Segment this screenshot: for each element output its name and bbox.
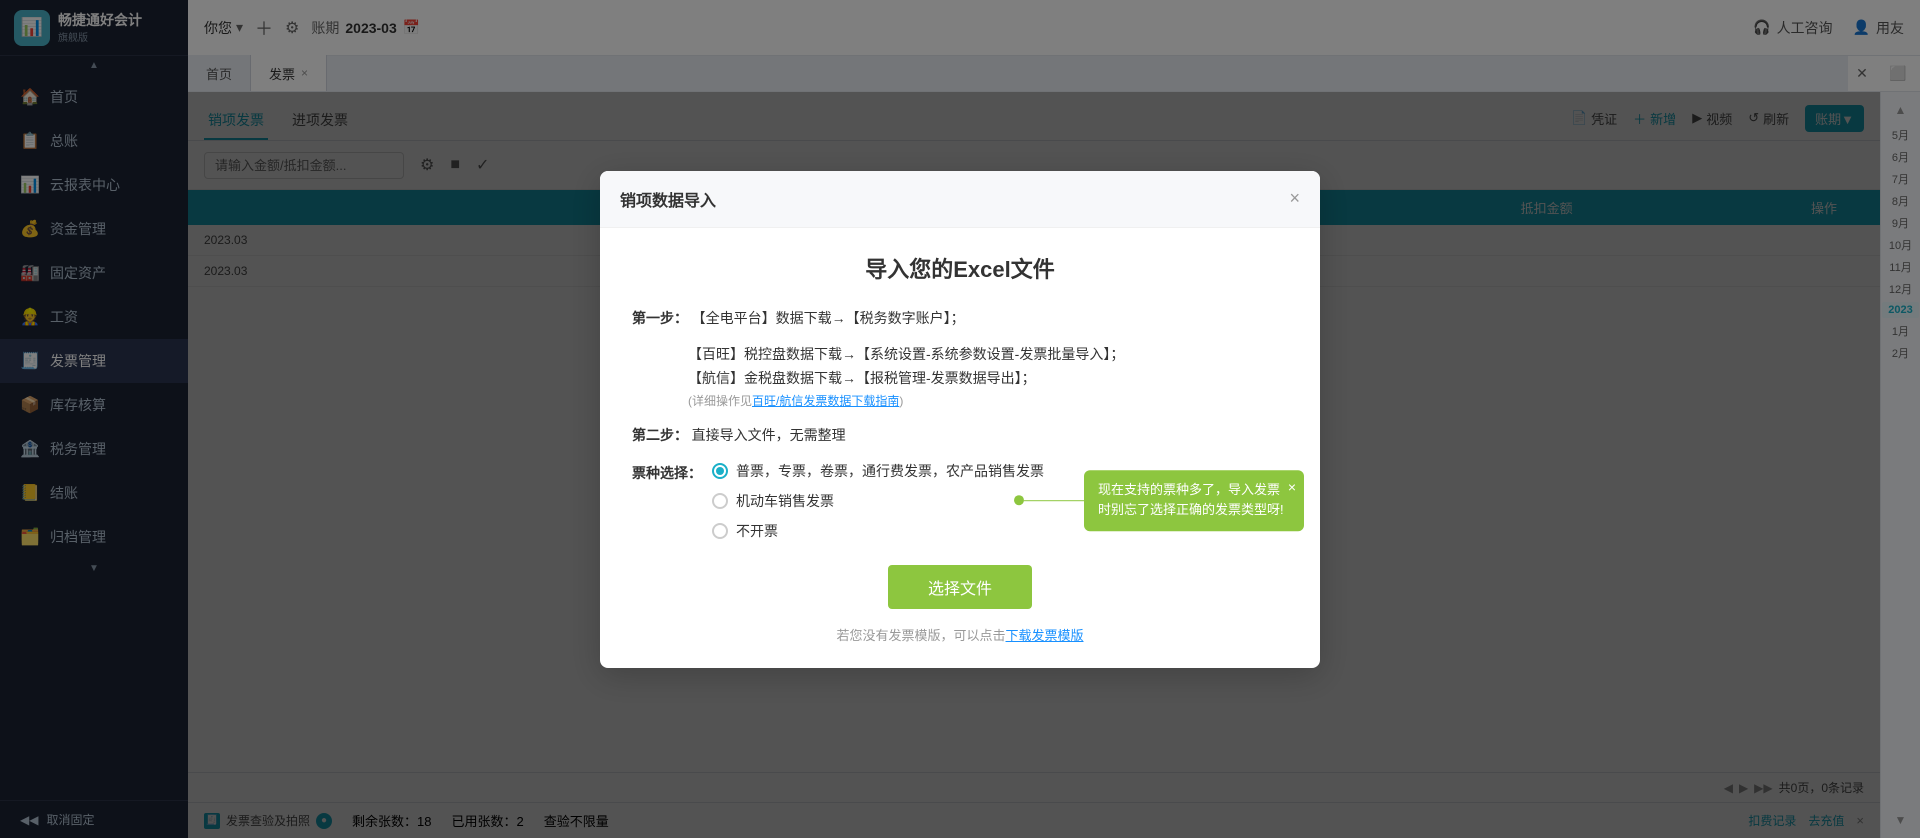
import-modal: 销项数据导入 × 导入您的Excel文件 第一步： 【全电平台】数据下载→【税务… bbox=[600, 171, 1320, 668]
footer-prefix: 若您没有发票模版，可以点击 bbox=[836, 628, 1005, 643]
modal-main-title: 导入您的Excel文件 bbox=[632, 252, 1288, 284]
select-file-btn[interactable]: 选择文件 bbox=[888, 565, 1032, 609]
download-template-link[interactable]: 下载发票模版 bbox=[1006, 628, 1084, 643]
tooltip-dot bbox=[1014, 496, 1024, 506]
tooltip-area: × 现在支持的票种多了，导入发票时别忘了选择正确的发票类型呀! bbox=[1014, 470, 1304, 532]
step1-label: 第一步： bbox=[632, 310, 688, 326]
radio-group: 普票，专票，卷票，通行费发票，农产品销售发票 机动车销售发票 × 现在支持的票种… bbox=[712, 461, 1044, 541]
modal-body: 导入您的Excel文件 第一步： 【全电平台】数据下载→【税务数字账户】； 【百… bbox=[600, 228, 1320, 668]
step1-row: 第一步： 【全电平台】数据下载→【税务数字账户】； bbox=[632, 308, 1288, 328]
radio-label-3: 不开票 bbox=[736, 521, 778, 541]
modal-close-btn[interactable]: × bbox=[1289, 188, 1300, 209]
radio-option-1[interactable]: 普票，专票，卷票，通行费发票，农产品销售发票 bbox=[712, 461, 1044, 481]
tooltip-line bbox=[1024, 500, 1084, 501]
ticket-select-label: 票种选择： bbox=[632, 461, 702, 483]
select-file-container: 选择文件 bbox=[632, 565, 1288, 609]
radio-option-3[interactable]: 不开票 bbox=[712, 521, 1044, 541]
modal-footer: 若您没有发票模版，可以点击下载发票模版 bbox=[632, 625, 1288, 644]
step2-text: 直接导入文件，无需整理 bbox=[692, 427, 846, 443]
modal-overlay: 销项数据导入 × 导入您的Excel文件 第一步： 【全电平台】数据下载→【税务… bbox=[0, 0, 1920, 838]
radio-circle-2 bbox=[712, 493, 728, 509]
radio-label-2: 机动车销售发票 bbox=[736, 491, 834, 511]
step1-line2: 【百旺】税控盘数据下载→【系统设置-系统参数设置-发票批量导入】； bbox=[632, 344, 1288, 364]
step1-line1: 【全电平台】数据下载→【税务数字账户】； bbox=[692, 310, 965, 326]
tooltip-text: 现在支持的票种多了，导入发票时别忘了选择正确的发票类型呀! bbox=[1098, 482, 1284, 518]
radio-option-2[interactable]: 机动车销售发票 × 现在支持的票种多了，导入发票时别忘了选择正确的发票类型呀! bbox=[712, 491, 1044, 511]
hint-link[interactable]: 百旺/航信发票数据下载指南 bbox=[752, 394, 899, 408]
step1-hint: (详细操作见百旺/航信发票数据下载指南) bbox=[632, 392, 1288, 409]
tooltip-close-btn[interactable]: × bbox=[1288, 476, 1296, 498]
radio-circle-1 bbox=[712, 463, 728, 479]
tooltip-box: × 现在支持的票种多了，导入发票时别忘了选择正确的发票类型呀! bbox=[1084, 470, 1304, 532]
modal-header: 销项数据导入 × bbox=[600, 171, 1320, 228]
radio-dot-1 bbox=[716, 467, 724, 475]
hint-suffix: ) bbox=[899, 394, 903, 408]
radio-label-1: 普票，专票，卷票，通行费发票，农产品销售发票 bbox=[736, 461, 1044, 481]
step1-line3: 【航信】金税盘数据下载→【报税管理-发票数据导出】； bbox=[632, 368, 1288, 388]
ticket-select-row: 票种选择： 普票，专票，卷票，通行费发票，农产品销售发票 机动车销售发票 bbox=[632, 461, 1288, 541]
step2-label: 第二步： bbox=[632, 427, 688, 443]
step2-row: 第二步： 直接导入文件，无需整理 bbox=[632, 425, 1288, 445]
modal-title: 销项数据导入 bbox=[620, 187, 716, 211]
hint-prefix: (详细操作见 bbox=[688, 394, 752, 408]
radio-circle-3 bbox=[712, 523, 728, 539]
